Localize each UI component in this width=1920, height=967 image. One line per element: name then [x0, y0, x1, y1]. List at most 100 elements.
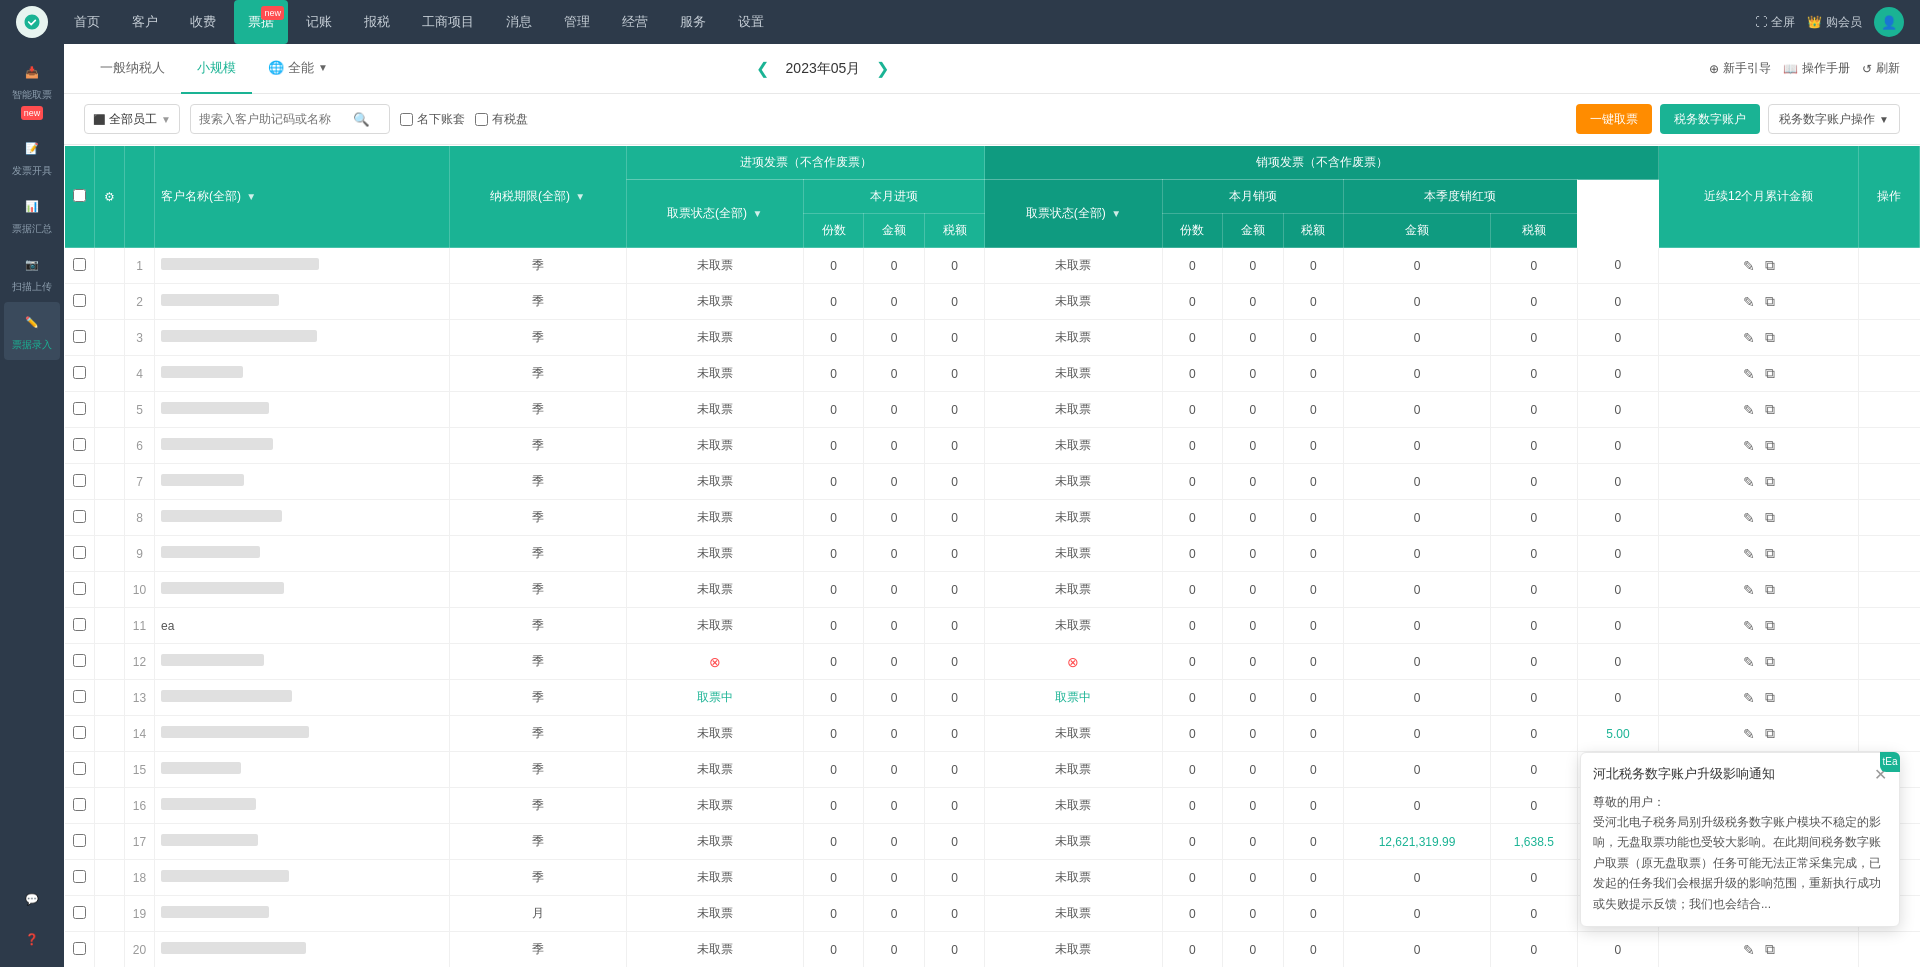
- nav-business[interactable]: 工商项目: [408, 0, 488, 44]
- nav-invoice[interactable]: 票据 new: [234, 0, 288, 44]
- digital-account-op-btn[interactable]: 税务数字账户操作 ▼: [1768, 104, 1900, 134]
- nav-settings[interactable]: 设置: [724, 0, 778, 44]
- row-checkbox[interactable]: [73, 798, 86, 811]
- search-btn[interactable]: 🔍: [353, 112, 370, 127]
- sidebar-item-summary[interactable]: 📊 票据汇总: [4, 186, 60, 244]
- user-avatar[interactable]: 👤: [1874, 7, 1904, 37]
- sidebar-item-open-invoice[interactable]: 📝 发票开具: [4, 128, 60, 186]
- tab-small-scale[interactable]: 小规模: [181, 44, 252, 94]
- tab-general-taxpayer[interactable]: 一般纳税人: [84, 44, 181, 94]
- edit-btn[interactable]: ✎: [1741, 436, 1757, 456]
- prev-month-btn[interactable]: ❮: [751, 57, 775, 81]
- edit-btn[interactable]: ✎: [1741, 364, 1757, 384]
- edit-btn[interactable]: ✎: [1741, 580, 1757, 600]
- copy-btn[interactable]: ⧉: [1763, 615, 1777, 636]
- out-status-filter-icon[interactable]: ▼: [1111, 208, 1121, 219]
- nav-customer[interactable]: 客户: [118, 0, 172, 44]
- nav-service[interactable]: 服务: [666, 0, 720, 44]
- row-checkbox[interactable]: [73, 942, 86, 955]
- manual-link[interactable]: 📖 操作手册: [1783, 60, 1850, 77]
- row-checkbox[interactable]: [73, 474, 86, 487]
- copy-btn[interactable]: ⧉: [1763, 435, 1777, 456]
- edit-btn[interactable]: ✎: [1741, 256, 1757, 276]
- copy-btn[interactable]: ⧉: [1763, 471, 1777, 492]
- row-checkbox[interactable]: [73, 654, 86, 667]
- edit-btn[interactable]: ✎: [1741, 544, 1757, 564]
- checkbox-subaccount[interactable]: 名下账套: [400, 111, 465, 128]
- copy-btn[interactable]: ⧉: [1763, 687, 1777, 708]
- copy-btn[interactable]: ⧉: [1763, 579, 1777, 600]
- one-click-btn[interactable]: 一键取票: [1576, 104, 1652, 134]
- copy-btn[interactable]: ⧉: [1763, 651, 1777, 672]
- row-checkbox[interactable]: [73, 870, 86, 883]
- row-checkbox[interactable]: [73, 258, 86, 271]
- row-checkbox[interactable]: [73, 690, 86, 703]
- row-checkbox[interactable]: [73, 366, 86, 379]
- row-checkbox[interactable]: [73, 294, 86, 307]
- edit-btn[interactable]: ✎: [1741, 652, 1757, 672]
- edit-btn[interactable]: ✎: [1741, 472, 1757, 492]
- digital-account-btn[interactable]: 税务数字账户: [1660, 104, 1760, 134]
- row-checkbox[interactable]: [73, 546, 86, 559]
- edit-btn[interactable]: ✎: [1741, 688, 1757, 708]
- customer-name: ea: [161, 619, 174, 633]
- search-input[interactable]: [199, 112, 349, 126]
- copy-btn[interactable]: ⧉: [1763, 255, 1777, 276]
- tab-all[interactable]: 🌐 全能 ▼: [252, 44, 344, 94]
- nav-tax[interactable]: 报税: [350, 0, 404, 44]
- sidebar-item-scan[interactable]: 📷 扫描上传: [4, 244, 60, 302]
- taxdisk-checkbox[interactable]: [475, 113, 488, 126]
- edit-btn[interactable]: ✎: [1741, 400, 1757, 420]
- copy-btn[interactable]: ⧉: [1763, 291, 1777, 312]
- copy-btn[interactable]: ⧉: [1763, 399, 1777, 420]
- copy-btn[interactable]: ⧉: [1763, 363, 1777, 384]
- edit-btn[interactable]: ✎: [1741, 616, 1757, 636]
- row-checkbox[interactable]: [73, 618, 86, 631]
- in-status-filter-icon[interactable]: ▼: [752, 208, 762, 219]
- sidebar-item-entry[interactable]: ✏️ 票据录入: [4, 302, 60, 360]
- nav-billing[interactable]: 收费: [176, 0, 230, 44]
- fullscreen-btn[interactable]: ⛶ 全屏: [1755, 14, 1795, 31]
- nav-home[interactable]: 首页: [60, 0, 114, 44]
- member-btn[interactable]: 👑 购会员: [1807, 14, 1862, 31]
- edit-btn[interactable]: ✎: [1741, 292, 1757, 312]
- copy-btn[interactable]: ⧉: [1763, 543, 1777, 564]
- refresh-link[interactable]: ↺ 刷新: [1862, 60, 1900, 77]
- edit-btn[interactable]: ✎: [1741, 508, 1757, 528]
- select-all-checkbox[interactable]: [73, 189, 86, 202]
- copy-btn[interactable]: ⧉: [1763, 327, 1777, 348]
- customer-filter-icon[interactable]: ▼: [246, 191, 256, 202]
- sidebar-item-smart-ticket[interactable]: 📥 智能取票 new: [4, 52, 60, 128]
- row-checkbox[interactable]: [73, 438, 86, 451]
- copy-btn[interactable]: ⧉: [1763, 939, 1777, 960]
- row-checkbox[interactable]: [73, 906, 86, 919]
- subaccount-checkbox[interactable]: [400, 113, 413, 126]
- tax-period-filter-icon[interactable]: ▼: [575, 191, 585, 202]
- nav-management[interactable]: 管理: [550, 0, 604, 44]
- edit-btn[interactable]: ✎: [1741, 328, 1757, 348]
- row-checkbox[interactable]: [73, 762, 86, 775]
- nav-accounting[interactable]: 记账: [292, 0, 346, 44]
- logo[interactable]: [16, 6, 48, 38]
- new-guide-link[interactable]: ⊕ 新手引导: [1709, 60, 1771, 77]
- edit-btn[interactable]: ✎: [1741, 724, 1757, 744]
- row-checkbox[interactable]: [73, 726, 86, 739]
- next-month-btn[interactable]: ❯: [871, 57, 895, 81]
- row-checkbox[interactable]: [73, 834, 86, 847]
- table-row: 11ea季未取票000未取票000000 ✎ ⧉: [65, 608, 1920, 644]
- settings-icon[interactable]: ⚙: [104, 190, 115, 204]
- row-checkbox[interactable]: [73, 510, 86, 523]
- sidebar-item-bottom1[interactable]: 💬: [4, 879, 60, 919]
- copy-btn[interactable]: ⧉: [1763, 723, 1777, 744]
- nav-message[interactable]: 消息: [492, 0, 546, 44]
- row-checkbox[interactable]: [73, 582, 86, 595]
- copy-btn[interactable]: ⧉: [1763, 507, 1777, 528]
- row-checkbox[interactable]: [73, 402, 86, 415]
- row-checkbox[interactable]: [73, 330, 86, 343]
- employee-select[interactable]: ⬛ 全部员工 ▼: [84, 104, 180, 134]
- edit-btn[interactable]: ✎: [1741, 940, 1757, 960]
- in-count: 0: [830, 727, 837, 741]
- sidebar-item-bottom2[interactable]: ❓: [4, 919, 60, 959]
- nav-operation[interactable]: 经营: [608, 0, 662, 44]
- checkbox-taxdisk[interactable]: 有税盘: [475, 111, 528, 128]
